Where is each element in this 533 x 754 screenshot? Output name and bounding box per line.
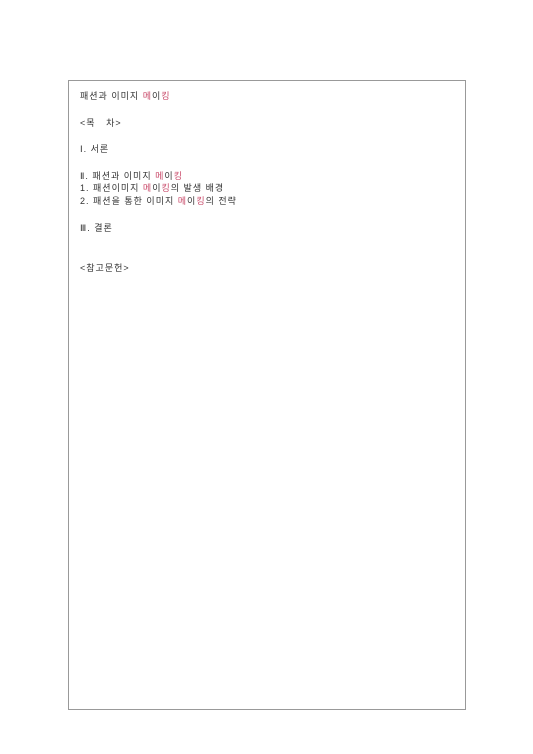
section-2-hl1: 메 [155, 171, 164, 181]
title-text: 패션과 이미지 [80, 91, 143, 101]
sub2-mid: 이 [187, 196, 196, 206]
sub2-suffix: 의 전략 [206, 196, 237, 206]
section-2-hl2: 킹 [174, 171, 183, 181]
section-2-heading: Ⅱ. 패션과 이미지 메이킹 [80, 170, 455, 183]
sub2-prefix: 2. 패션을 통한 이미지 [80, 196, 178, 206]
toc-header: <목 차> [80, 117, 455, 130]
sub1-prefix: 1. 패션이미지 [80, 183, 143, 193]
title-highlight-1: 메 [143, 91, 152, 101]
sub2-hl2: 킹 [196, 196, 205, 206]
section-3-text: Ⅲ. 결론 [80, 223, 113, 233]
section-2-prefix: Ⅱ. 패션과 이미지 [80, 171, 155, 181]
subsection-2: 2. 패션을 통한 이미지 메이킹의 전략 [80, 195, 455, 208]
subsection-1: 1. 패션이미지 메이킹의 발생 배경 [80, 182, 455, 195]
section-3: Ⅲ. 결론 [80, 222, 455, 235]
sub1-suffix: 의 발생 배경 [171, 183, 224, 193]
sub1-hl1: 메 [143, 183, 152, 193]
references-text: <참고문헌> [80, 263, 130, 273]
document-title: 패션과 이미지 메이킹 [80, 90, 455, 103]
section-2: Ⅱ. 패션과 이미지 메이킹 1. 패션이미지 메이킹의 발생 배경 2. 패션… [80, 170, 455, 208]
section-2-mid: 이 [164, 171, 173, 181]
sub1-hl2: 킹 [161, 183, 170, 193]
title-text-mid: 이 [152, 91, 161, 101]
references-header: <참고문헌> [80, 262, 455, 275]
section-1-text: Ⅰ. 서론 [80, 144, 109, 154]
sub2-hl1: 메 [178, 196, 187, 206]
document-content: 패션과 이미지 메이킹 <목 차> Ⅰ. 서론 Ⅱ. 패션과 이미지 메이킹 1… [80, 90, 455, 275]
section-1: Ⅰ. 서론 [80, 143, 455, 156]
title-highlight-2: 킹 [161, 91, 170, 101]
toc-open: <목 [80, 118, 96, 128]
toc-close: 차> [106, 118, 122, 128]
